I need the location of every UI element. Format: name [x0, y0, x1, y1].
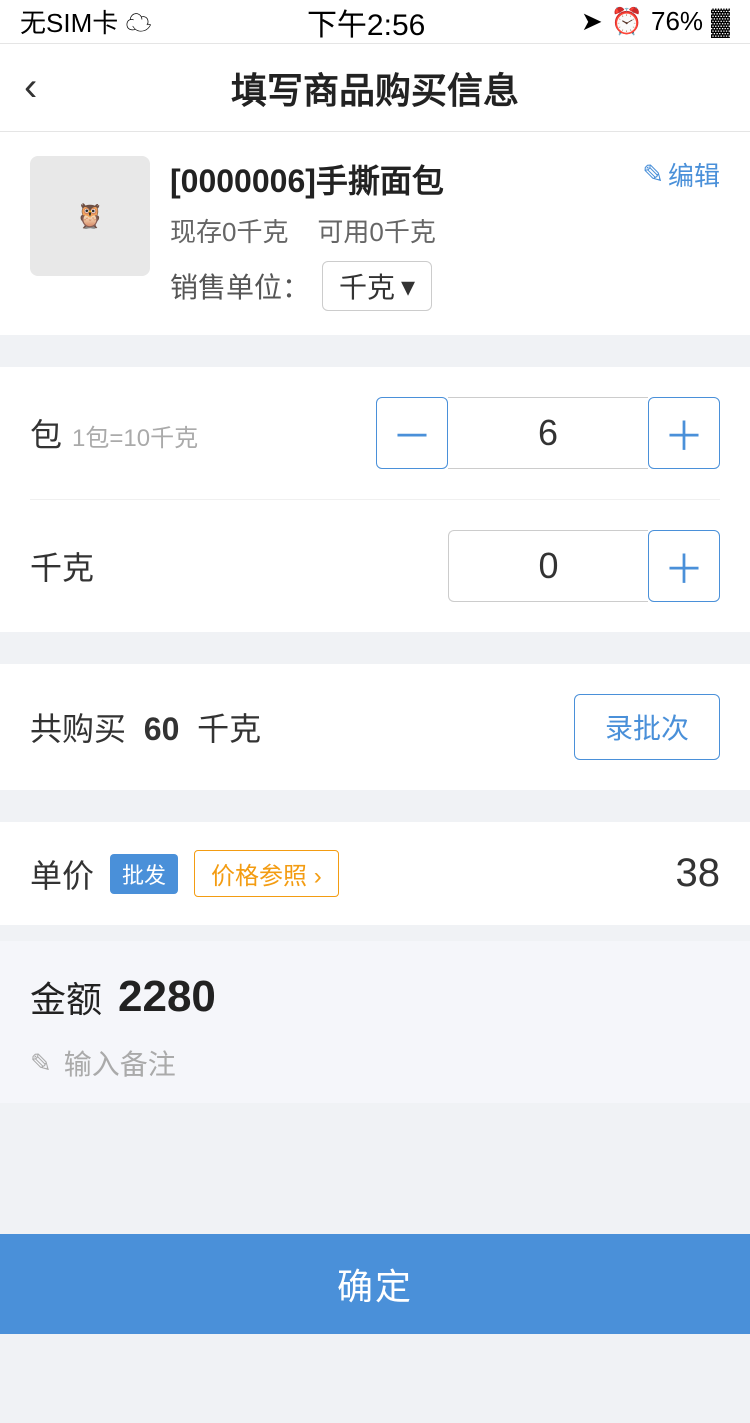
dropdown-arrow-icon: ▾ [401, 270, 415, 303]
edit-button[interactable]: ✎ 编辑 [642, 156, 720, 193]
price-row: 单价 批发 价格参照 › 38 [30, 850, 720, 897]
product-name: [0000006]手撕面包 [170, 156, 642, 202]
available-label: 可用0千克 [317, 217, 435, 247]
quantity-section: 包1包=10千克 － ＋ 千克 ＋ [0, 367, 750, 632]
qty-kg-input[interactable] [448, 530, 648, 602]
amount-value: 2280 [118, 972, 216, 1022]
note-row[interactable]: ✎ 输入备注 [30, 1043, 720, 1083]
page-title: 填写商品购买信息 [231, 62, 519, 114]
qty-kg-controls: ＋ [448, 530, 720, 602]
price-section: 单价 批发 价格参照 › 38 [0, 822, 750, 925]
battery-text: 76% [651, 6, 703, 37]
price-ref-button[interactable]: 价格参照 › [194, 850, 339, 897]
thumb-text: 🦉 [75, 202, 105, 231]
divider-3 [0, 806, 750, 822]
product-stock: 现存0千克 可用0千克 [170, 212, 720, 249]
edit-icon: ✎ [642, 159, 664, 190]
amount-label: 金额 [30, 971, 102, 1023]
amount-row: 金额 2280 [30, 971, 720, 1023]
divider-2 [0, 648, 750, 664]
note-placeholder[interactable]: 输入备注 [64, 1043, 176, 1083]
edit-label: 编辑 [668, 156, 720, 193]
back-button[interactable]: ‹ [24, 65, 37, 110]
summary-quantity: 60 [144, 711, 180, 747]
batch-button[interactable]: 录批次 [574, 694, 720, 760]
stock-label: 现存0千克 [170, 217, 288, 247]
summary-unit: 千克 [197, 711, 261, 747]
price-value: 38 [676, 851, 721, 896]
product-card: 🦉 [0000006]手撕面包 ✎ 编辑 现存0千克 可用0千克 销售单位： 千… [0, 132, 750, 335]
unit-prefix-label: 销售单位： [170, 266, 310, 306]
product-info: [0000006]手撕面包 ✎ 编辑 现存0千克 可用0千克 销售单位： 千克 … [170, 156, 720, 311]
status-right: ➤ ⏰ 76% ▓ [581, 6, 730, 37]
location-icon: ➤ [581, 6, 603, 37]
divider-1 [0, 351, 750, 367]
status-carrier: 无SIM卡 ☁ [20, 3, 151, 40]
product-thumbnail: 🦉 [30, 156, 150, 276]
unit-value: 千克 [339, 266, 395, 306]
product-info-header: [0000006]手撕面包 ✎ 编辑 [170, 156, 720, 202]
carrier-text: 无SIM卡 ☁ [20, 3, 151, 40]
qty-row-kg: 千克 ＋ [30, 500, 720, 632]
alarm-icon: ⏰ [611, 6, 643, 37]
price-type-tag: 批发 [110, 854, 178, 894]
summary-row: 共购买 60 千克 录批次 [0, 664, 750, 790]
qty-bao-label: 包1包=10千克 [30, 410, 198, 456]
confirm-button[interactable]: 确定 [0, 1234, 750, 1334]
summary-text: 共购买 60 千克 [30, 704, 261, 750]
qty-bao-minus-button[interactable]: － [376, 397, 448, 469]
qty-kg-label: 千克 [30, 543, 94, 589]
qty-bao-hint: 1包=10千克 [72, 425, 198, 452]
price-label: 单价 [30, 851, 94, 897]
summary-prefix: 共购买 [30, 711, 126, 747]
nav-bar: ‹ 填写商品购买信息 [0, 44, 750, 132]
unit-dropdown[interactable]: 千克 ▾ [322, 261, 432, 311]
qty-bao-controls: － ＋ [376, 397, 720, 469]
status-time: 下午2:56 [307, 0, 425, 44]
amount-section: 金额 2280 ✎ 输入备注 [0, 941, 750, 1103]
qty-bao-input[interactable] [448, 397, 648, 469]
qty-kg-plus-button[interactable]: ＋ [648, 530, 720, 602]
product-unit-row: 销售单位： 千克 ▾ [170, 261, 720, 311]
status-bar: 无SIM卡 ☁ 下午2:56 ➤ ⏰ 76% ▓ [0, 0, 750, 44]
qty-row-bao: 包1包=10千克 － ＋ [30, 367, 720, 500]
pencil-icon: ✎ [30, 1048, 52, 1079]
battery-icon: ▓ [711, 6, 730, 37]
qty-bao-plus-button[interactable]: ＋ [648, 397, 720, 469]
